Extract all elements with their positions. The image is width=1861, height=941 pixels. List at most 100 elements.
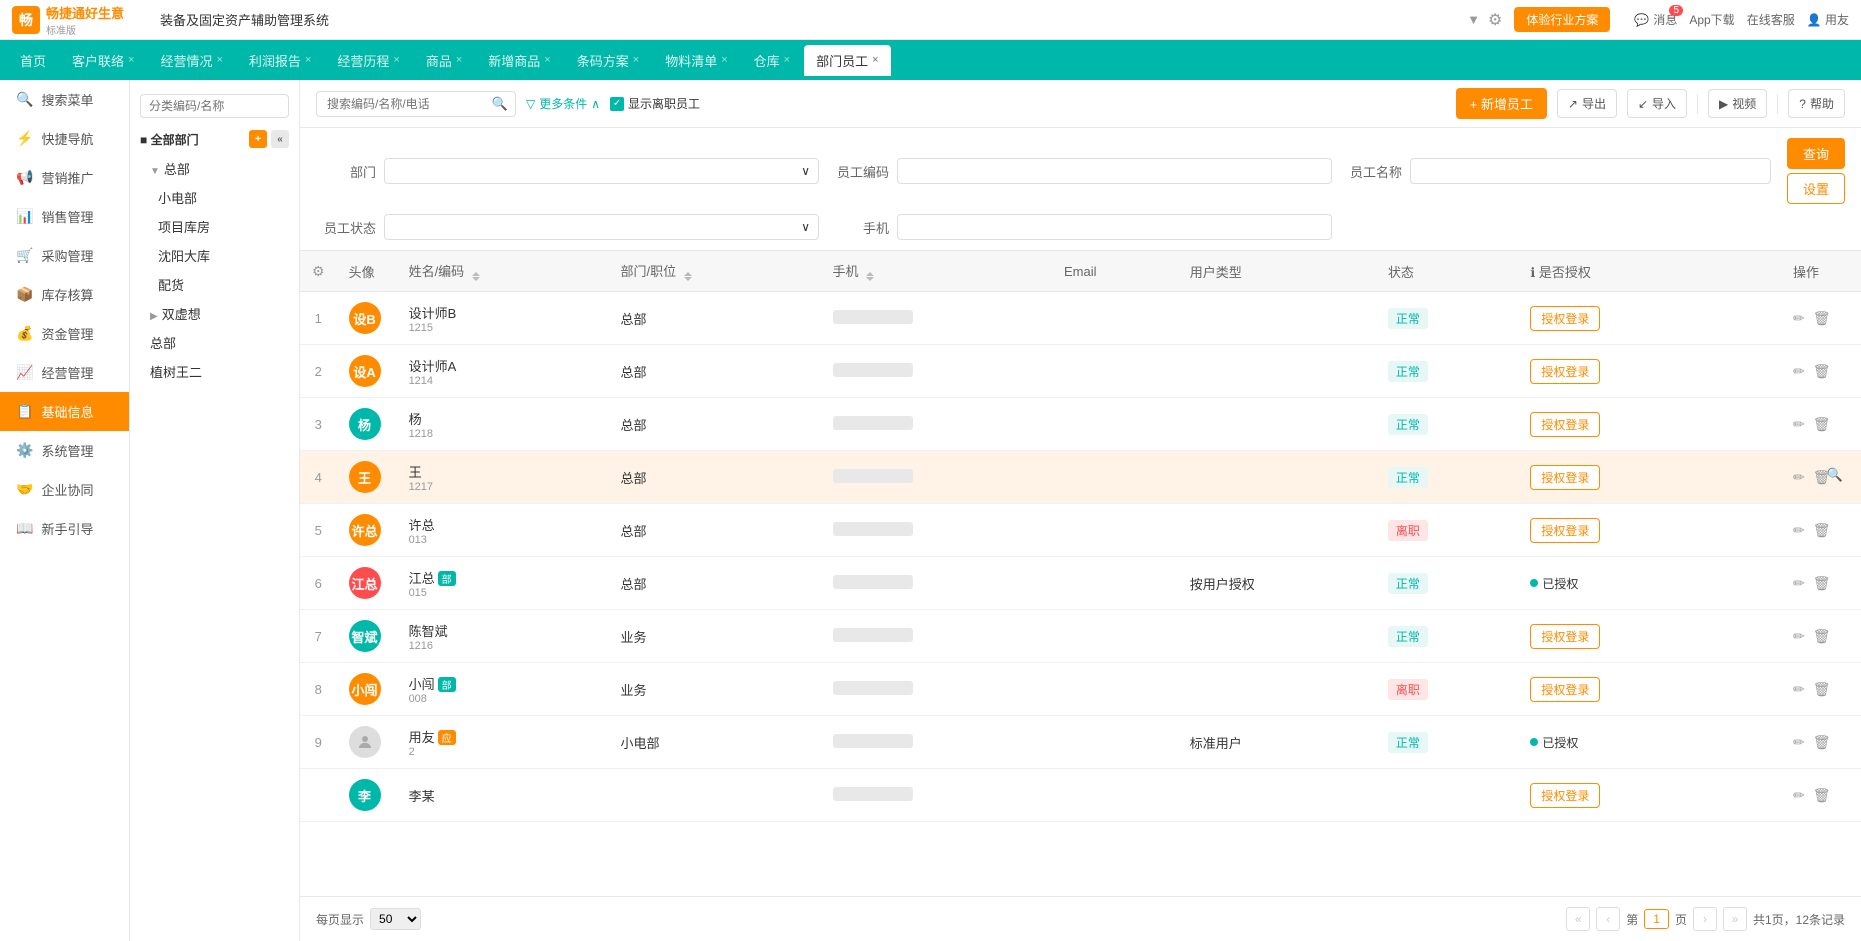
trial-button[interactable]: 体验行业方案 — [1514, 7, 1610, 32]
sidebar-item-collab[interactable]: 🤝 企业协同 — [0, 470, 129, 509]
set-button[interactable]: 设置 — [1787, 173, 1845, 204]
edit-icon[interactable]: ✏ — [1793, 575, 1805, 592]
dept-item-xd[interactable]: 小电部 — [130, 183, 299, 212]
sidebar-item-marketing[interactable]: 📢 营销推广 — [0, 158, 129, 197]
edit-icon[interactable]: ✏ — [1793, 681, 1805, 698]
auth-login-button[interactable]: 授权登录 — [1530, 624, 1600, 649]
page-size-select[interactable]: 50 100 200 — [370, 908, 421, 930]
dept-select[interactable]: ∨ — [384, 158, 819, 184]
auth-login-button[interactable]: 授权登录 — [1530, 306, 1600, 331]
delete-icon[interactable]: 🗑 — [1813, 363, 1831, 380]
emp-status-select[interactable]: ∨ — [384, 214, 819, 240]
edit-icon[interactable]: ✏ — [1793, 310, 1805, 327]
dept-item-zsw[interactable]: 植树王二 — [130, 357, 299, 386]
dept-item-zb[interactable]: 总部 — [130, 328, 299, 357]
tab-bom[interactable]: 物料清单 × — [653, 45, 739, 76]
dept-collapse-icon[interactable]: « — [271, 130, 289, 148]
message-icon-wrap[interactable]: 💬 消息 5 — [1634, 11, 1677, 28]
close-icon[interactable]: × — [872, 54, 878, 66]
tab-add-goods[interactable]: 新增商品 × — [476, 45, 562, 76]
dept-item-proj[interactable]: 项目库房 — [130, 212, 299, 241]
sidebar-item-finance[interactable]: 💰 资金管理 — [0, 314, 129, 353]
sidebar-item-search[interactable]: 🔍 搜索菜单 — [0, 80, 129, 119]
auth-login-button[interactable]: 授权登录 — [1530, 359, 1600, 384]
edit-icon[interactable]: ✏ — [1793, 787, 1805, 804]
user-menu[interactable]: 👤 用友 — [1807, 11, 1849, 28]
dept-item-ph[interactable]: 配货 — [130, 270, 299, 299]
tab-profit[interactable]: 利润报告 × — [237, 45, 323, 76]
import-button[interactable]: ↙ 导入 — [1627, 89, 1687, 118]
delete-icon[interactable]: 🗑 — [1813, 787, 1831, 804]
tab-goods[interactable]: 商品 × — [414, 45, 474, 76]
online-service-link[interactable]: 在线客服 — [1747, 11, 1795, 28]
delete-icon[interactable]: 🗑 — [1813, 522, 1831, 539]
auth-login-button[interactable]: 授权登录 — [1530, 465, 1600, 490]
sidebar-item-quick[interactable]: ⚡ 快捷导航 — [0, 119, 129, 158]
delete-icon[interactable]: 🗑 — [1813, 575, 1831, 592]
dept-add-icon[interactable]: + — [249, 130, 267, 148]
dept-item-sx[interactable]: ▶双虚想 — [130, 299, 299, 328]
edit-icon[interactable]: ✏ — [1793, 628, 1805, 645]
export-button[interactable]: ↗ 导出 — [1557, 89, 1617, 118]
tab-barcode[interactable]: 条码方案 × — [565, 45, 651, 76]
auth-login-button[interactable]: 授权登录 — [1530, 412, 1600, 437]
search-input[interactable] — [316, 91, 516, 117]
close-icon[interactable]: × — [393, 54, 399, 66]
close-icon[interactable]: × — [456, 54, 462, 66]
dept-search-input[interactable] — [140, 94, 289, 118]
settings-icon[interactable]: ⚙ — [312, 263, 325, 279]
sidebar-item-basic[interactable]: 📋 基础信息 — [0, 392, 129, 431]
sidebar-item-inventory[interactable]: 📦 库存核算 — [0, 275, 129, 314]
app-download-link[interactable]: App下载 — [1689, 11, 1734, 28]
tab-history[interactable]: 经营历程 × — [325, 45, 411, 76]
last-page-btn[interactable]: » — [1723, 907, 1747, 931]
edit-icon[interactable]: ✏ — [1793, 363, 1805, 380]
close-icon[interactable]: × — [721, 54, 727, 66]
video-button[interactable]: ▶ 视频 — [1708, 89, 1767, 118]
close-icon[interactable]: × — [633, 54, 639, 66]
add-employee-button[interactable]: + 新增员工 — [1456, 88, 1547, 119]
edit-icon[interactable]: ✏ — [1793, 734, 1805, 751]
sidebar-item-guide[interactable]: 📖 新手引导 — [0, 509, 129, 548]
edit-icon[interactable]: ✏ — [1793, 522, 1805, 539]
sidebar-item-sales[interactable]: 📊 销售管理 — [0, 197, 129, 236]
auth-login-button[interactable]: 授权登录 — [1530, 518, 1600, 543]
tab-warehouse[interactable]: 仓库 × — [742, 45, 802, 76]
close-icon[interactable]: × — [216, 54, 222, 66]
emp-code-input[interactable] — [897, 158, 1332, 184]
auth-login-button[interactable]: 授权登录 — [1530, 677, 1600, 702]
delete-icon[interactable]: 🗑 — [1813, 734, 1831, 751]
tab-business[interactable]: 经营情况 × — [148, 45, 234, 76]
prev-page-btn[interactable]: ‹ — [1596, 907, 1620, 931]
edit-icon[interactable]: ✏ — [1793, 469, 1805, 486]
col-phone[interactable]: 手机 — [821, 251, 1052, 292]
close-icon[interactable]: × — [544, 54, 550, 66]
emp-name-input[interactable] — [1410, 158, 1771, 184]
delete-icon[interactable]: 🗑 — [1813, 310, 1831, 327]
delete-icon[interactable]: 🗑 — [1813, 628, 1831, 645]
delete-icon[interactable]: 🗑 — [1813, 681, 1831, 698]
more-conditions-btn[interactable]: ▽ 更多条件 ∧ — [526, 95, 600, 112]
tab-home[interactable]: 首页 — [8, 45, 58, 76]
delete-icon[interactable]: 🗑 — [1813, 416, 1831, 433]
dept-item-head[interactable]: ▼总部 — [130, 154, 299, 183]
col-name[interactable]: 姓名/编码 — [397, 251, 609, 292]
close-icon[interactable]: × — [784, 54, 790, 66]
tab-department[interactable]: 部门员工 × — [804, 45, 890, 76]
next-page-btn[interactable]: › — [1693, 907, 1717, 931]
query-button[interactable]: 查询 — [1787, 138, 1845, 169]
phone-input[interactable] — [897, 214, 1332, 240]
tab-customer[interactable]: 客户联络 × — [60, 45, 146, 76]
help-button[interactable]: ? 帮助 — [1788, 89, 1845, 118]
sidebar-item-system[interactable]: ⚙️ 系统管理 — [0, 431, 129, 470]
sidebar-item-operation[interactable]: 📈 经营管理 — [0, 353, 129, 392]
first-page-btn[interactable]: « — [1566, 907, 1590, 931]
close-icon[interactable]: × — [128, 54, 134, 66]
close-icon[interactable]: × — [305, 54, 311, 66]
dept-item-sy[interactable]: 沈阳大库 — [130, 241, 299, 270]
col-dept[interactable]: 部门/职位 — [609, 251, 821, 292]
show-resigned-checkbox[interactable]: ✓ — [610, 97, 624, 111]
edit-icon[interactable]: ✏ — [1793, 416, 1805, 433]
sidebar-item-purchase[interactable]: 🛒 采购管理 — [0, 236, 129, 275]
auth-login-button[interactable]: 授权登录 — [1530, 783, 1600, 808]
